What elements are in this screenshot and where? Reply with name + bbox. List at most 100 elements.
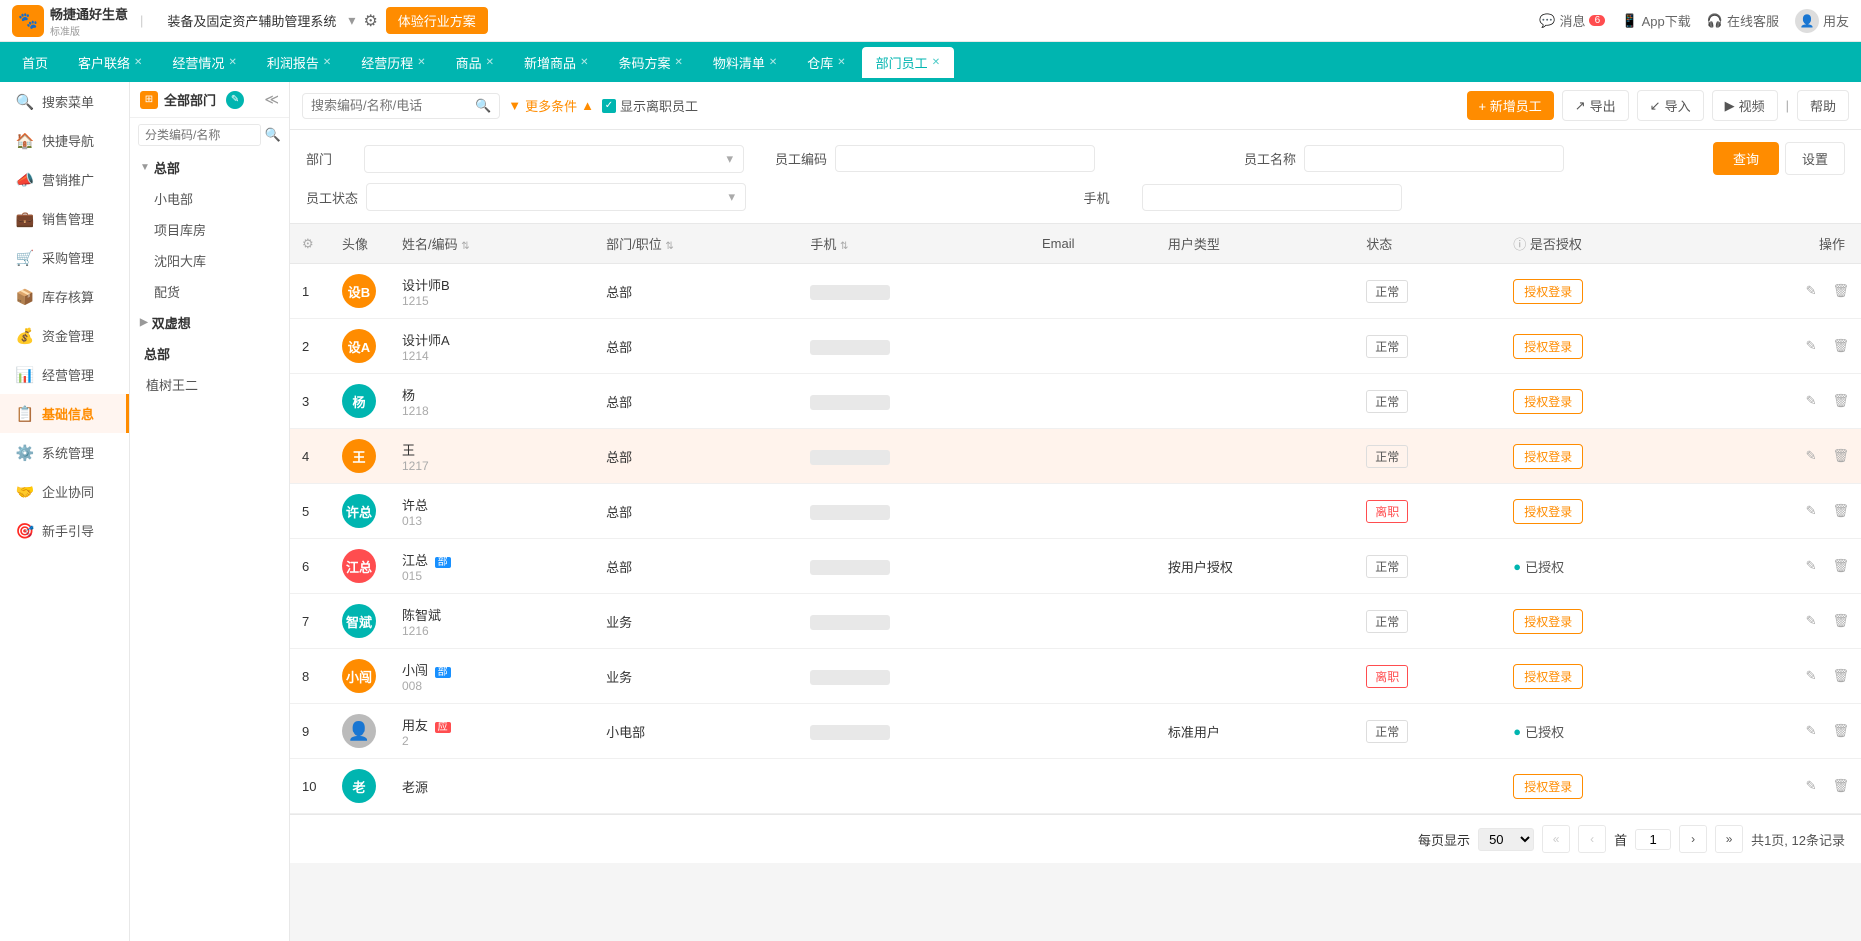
tab-barcode[interactable]: 条码方案 ✕ xyxy=(604,47,696,78)
reset-btn[interactable]: 设置 xyxy=(1785,142,1845,175)
filter-phone-input[interactable] xyxy=(1142,184,1402,211)
col-name-code[interactable]: 姓名/编码 ⇅ xyxy=(390,224,594,264)
filter-code-input[interactable] xyxy=(835,145,1095,172)
sidebar-item-sales[interactable]: 💼 销售管理 xyxy=(0,199,129,238)
tab-customer[interactable]: 客户联络 ✕ xyxy=(64,47,156,78)
import-btn[interactable]: ↙ 导入 xyxy=(1637,90,1704,121)
search-submit-icon[interactable]: 🔍 xyxy=(475,98,491,114)
dept-item-project[interactable]: 项目库房 xyxy=(130,214,289,245)
collapse-btn[interactable]: ≪ xyxy=(264,91,279,108)
tab-new-goods-close[interactable]: ✕ xyxy=(580,57,588,68)
dept-group-shuangxuxiang[interactable]: ▶ 双虚想 xyxy=(130,307,289,338)
tab-warehouse[interactable]: 仓库 ✕ xyxy=(793,47,859,78)
col-settings[interactable]: ⚙ xyxy=(290,224,330,264)
tab-customer-close[interactable]: ✕ xyxy=(134,57,142,68)
auth-btn-4[interactable]: 授权登录 xyxy=(1513,444,1583,469)
sidebar-item-basic[interactable]: 📋 基础信息 xyxy=(0,394,129,433)
tab-profit[interactable]: 利润报告 ✕ xyxy=(253,47,345,78)
edit-icon-1[interactable]: ✎ xyxy=(1806,283,1817,299)
tab-home[interactable]: 首页 xyxy=(8,47,62,78)
settings-icon[interactable]: ⚙ xyxy=(363,11,377,31)
edit-icon-10[interactable]: ✎ xyxy=(1806,778,1817,794)
last-page-btn[interactable]: » xyxy=(1715,825,1743,853)
sidebar-item-finance[interactable]: 💰 资金管理 xyxy=(0,316,129,355)
all-dept-header[interactable]: ⊞ 全部部门 ✎ ≪ xyxy=(130,82,289,118)
more-filter-btn[interactable]: ▼ 更多条件 ▲ xyxy=(508,96,594,115)
tab-bom[interactable]: 物料清单 ✕ xyxy=(699,47,791,78)
auth-btn-10[interactable]: 授权登录 xyxy=(1513,774,1583,799)
col-phone[interactable]: 手机 ⇅ xyxy=(798,224,1030,264)
delete-icon-3[interactable]: 🗑 xyxy=(1832,393,1849,409)
online-service-btn[interactable]: 🎧 在线客服 xyxy=(1707,11,1779,30)
edit-icon-2[interactable]: ✎ xyxy=(1806,338,1817,354)
tab-bom-close[interactable]: ✕ xyxy=(769,57,777,68)
show-resigned-toggle[interactable]: ✓ 显示离职员工 xyxy=(602,96,698,115)
tab-goods[interactable]: 商品 ✕ xyxy=(442,47,508,78)
system-title-dropdown[interactable]: ▾ xyxy=(348,12,355,29)
sort-phone-icon[interactable]: ⇅ xyxy=(840,241,848,252)
page-number-input[interactable] xyxy=(1635,829,1671,850)
filter-name-input[interactable] xyxy=(1304,145,1564,172)
sidebar-item-collab[interactable]: 🤝 企业协同 xyxy=(0,472,129,511)
sidebar-item-system[interactable]: ⚙️ 系统管理 xyxy=(0,433,129,472)
delete-icon-5[interactable]: 🗑 xyxy=(1832,503,1849,519)
sidebar-item-guide[interactable]: 🎯 新手引导 xyxy=(0,511,129,550)
sidebar-item-marketing[interactable]: 📣 营销推广 xyxy=(0,160,129,199)
export-btn[interactable]: ↗ 导出 xyxy=(1562,90,1629,121)
sort-name-icon[interactable]: ⇅ xyxy=(461,241,469,252)
edit-icon-7[interactable]: ✎ xyxy=(1806,613,1817,629)
delete-icon-4[interactable]: 🗑 xyxy=(1832,448,1849,464)
edit-icon-9[interactable]: ✎ xyxy=(1806,723,1817,739)
delete-icon-10[interactable]: 🗑 xyxy=(1832,778,1849,794)
filter-dept-select[interactable]: ▾ xyxy=(364,145,744,173)
sidebar-item-management[interactable]: 📊 经营管理 xyxy=(0,355,129,394)
first-page-btn[interactable]: « xyxy=(1542,825,1570,853)
edit-icon-8[interactable]: ✎ xyxy=(1806,668,1817,684)
sidebar-item-nav[interactable]: 🏠 快捷导航 xyxy=(0,121,129,160)
delete-icon-6[interactable]: 🗑 xyxy=(1832,558,1849,574)
app-download-btn[interactable]: 📱 App下载 xyxy=(1621,11,1690,30)
next-page-btn[interactable]: › xyxy=(1679,825,1707,853)
dept-item-peihuo[interactable]: 配货 xyxy=(130,276,289,307)
search-input[interactable] xyxy=(311,98,471,113)
auth-btn-1[interactable]: 授权登录 xyxy=(1513,279,1583,304)
add-employee-btn[interactable]: + 新增员工 xyxy=(1467,91,1554,120)
dept-item-shenyang[interactable]: 沈阳大库 xyxy=(130,245,289,276)
help-btn[interactable]: 帮助 xyxy=(1797,90,1849,121)
video-btn[interactable]: ▶ 视频 xyxy=(1712,90,1778,121)
dept-group-headquarters[interactable]: ▼ 总部 xyxy=(130,152,289,183)
edit-icon-6[interactable]: ✎ xyxy=(1806,558,1817,574)
sidebar-item-purchase[interactable]: 🛒 采购管理 xyxy=(0,238,129,277)
trial-button[interactable]: 体验行业方案 xyxy=(386,7,488,34)
delete-icon-1[interactable]: 🗑 xyxy=(1832,283,1849,299)
message-btn[interactable]: 💬 消息 6 xyxy=(1539,11,1605,30)
tab-operation[interactable]: 经营情况 ✕ xyxy=(158,47,250,78)
sort-dept-icon[interactable]: ⇅ xyxy=(665,241,673,252)
per-page-select[interactable]: 50 100 200 xyxy=(1478,828,1534,851)
delete-icon-7[interactable]: 🗑 xyxy=(1832,613,1849,629)
delete-icon-8[interactable]: 🗑 xyxy=(1832,668,1849,684)
tab-history[interactable]: 经营历程 ✕ xyxy=(347,47,439,78)
edit-icon-5[interactable]: ✎ xyxy=(1806,503,1817,519)
sidebar-item-search[interactable]: 🔍 搜索菜单 xyxy=(0,82,129,121)
tab-warehouse-close[interactable]: ✕ xyxy=(837,57,845,68)
tab-history-close[interactable]: ✕ xyxy=(417,57,425,68)
tab-profit-close[interactable]: ✕ xyxy=(323,57,331,68)
tab-employees[interactable]: 部门员工 ✕ xyxy=(862,47,954,78)
auth-btn-8[interactable]: 授权登录 xyxy=(1513,664,1583,689)
delete-icon-9[interactable]: 🗑 xyxy=(1832,723,1849,739)
auth-btn-7[interactable]: 授权登录 xyxy=(1513,609,1583,634)
dept-item-zhishu[interactable]: 植树王二 xyxy=(130,369,289,400)
dept-group-zongbu[interactable]: 总部 xyxy=(130,338,289,369)
dept-edit-icon[interactable]: ✎ xyxy=(226,91,244,109)
dept-search-input[interactable] xyxy=(138,124,261,146)
tab-goods-close[interactable]: ✕ xyxy=(486,57,494,68)
dept-item-xiaodian[interactable]: 小电部 xyxy=(130,183,289,214)
delete-icon-2[interactable]: 🗑 xyxy=(1832,338,1849,354)
edit-icon-3[interactable]: ✎ xyxy=(1806,393,1817,409)
prev-page-btn[interactable]: ‹ xyxy=(1578,825,1606,853)
query-btn[interactable]: 查询 xyxy=(1713,142,1779,175)
auth-btn-5[interactable]: 授权登录 xyxy=(1513,499,1583,524)
filter-status-select[interactable]: ▾ xyxy=(366,183,746,211)
col-dept-pos[interactable]: 部门/职位 ⇅ xyxy=(594,224,798,264)
